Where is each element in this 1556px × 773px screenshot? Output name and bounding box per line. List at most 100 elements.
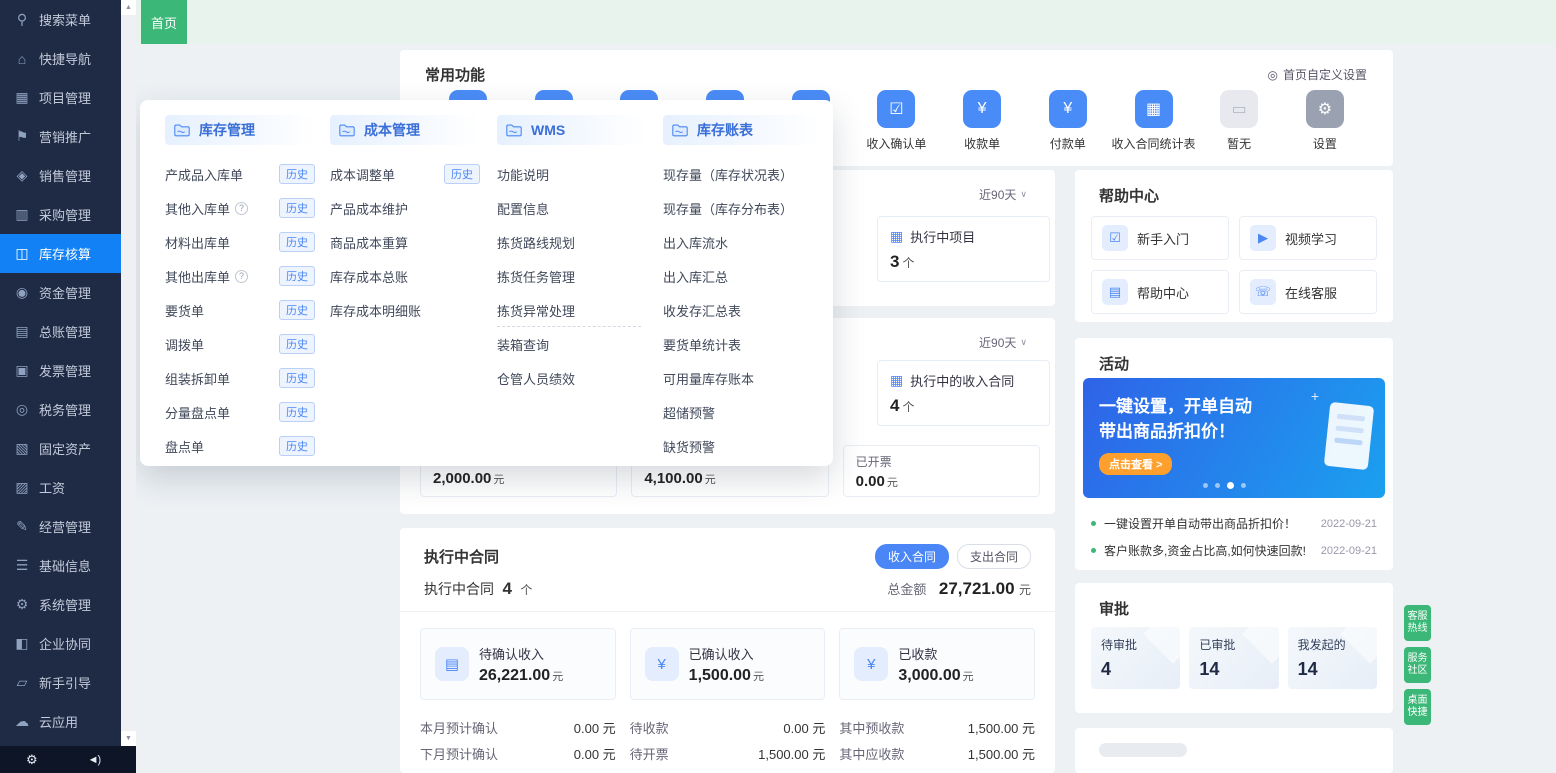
menu-item-label[interactable]: 材料出库单 [165,233,230,252]
approval-stat-card[interactable]: 待审批 4 [1091,627,1180,689]
sidebar-item[interactable]: ◫ 库存核算 [0,234,121,273]
tab-home[interactable]: 首页 [141,0,187,44]
menu-item[interactable]: 缺货预警? 历史 [663,429,821,463]
contracts-stat-card[interactable]: ¥ 已确认收入 1,500.00元 [630,628,826,700]
menu-item[interactable]: 超储预警? 历史 [663,395,821,429]
quick-function-item[interactable]: ¥ 付款单 [1026,90,1110,152]
menu-item-label[interactable]: 拣货异常处理 [497,301,575,320]
sidebar-item[interactable]: ⚙ 系统管理 [0,585,121,624]
menu-item-label[interactable]: 功能说明 [497,165,549,184]
menu-item-label[interactable]: 商品成本重算 [330,233,408,252]
approval-stat-card[interactable]: 已审批 14 [1189,627,1278,689]
history-tag[interactable]: 历史 [279,368,315,388]
menu-item-label[interactable]: 组装拆卸单 [165,369,230,388]
menu-item-label[interactable]: 盘点单 [165,437,204,456]
menu-item-label[interactable]: 库存成本总账 [330,267,408,286]
promo-banner[interactable]: 一键设置，开单自动 带出商品折扣价！ 点击查看 > [1083,378,1385,498]
menu-item[interactable]: 分量盘点单? 历史 [165,395,315,429]
quick-function-icon[interactable]: ¥ [1049,90,1087,128]
history-tag[interactable]: 历史 [279,164,315,184]
help-question-icon[interactable]: ? [235,202,248,215]
menu-item[interactable]: 配置信息? 历史 [497,191,647,225]
menu-item[interactable]: 要货单统计表? 历史 [663,327,821,361]
menu-item-label[interactable]: 超储预警 [663,403,715,422]
menu-item[interactable]: 成本调整单? 历史 [330,157,480,191]
sidebar-item[interactable]: ◧ 企业协同 [0,624,121,663]
menu-item-label[interactable]: 分量盘点单 [165,403,230,422]
carousel-dot[interactable] [1203,483,1208,488]
floating-button[interactable]: 桌面快捷 [1404,689,1431,725]
menu-item-label[interactable]: 收发存汇总表 [663,301,741,320]
history-tag[interactable]: 历史 [279,300,315,320]
history-tag[interactable]: 历史 [279,334,315,354]
scroll-up-icon[interactable]: ▲ [121,0,136,15]
sidebar-item[interactable]: ▨ 工资 [0,468,121,507]
sidebar-item[interactable]: ⌂ 快捷导航 [0,39,121,78]
menu-item-label[interactable]: 拣货任务管理 [497,267,575,286]
sidebar-item[interactable]: ☁ 云应用 [0,702,121,741]
invoice-mini-card[interactable]: 已开票 0.00元 [843,445,1040,497]
floating-button[interactable]: 客服热线 [1404,605,1431,641]
sidebar-item[interactable]: ◎ 税务管理 [0,390,121,429]
menu-item-label[interactable]: 库存成本明细账 [330,301,421,320]
menu-item-label[interactable]: 产成品入库单 [165,165,243,184]
history-tag[interactable]: 历史 [279,198,315,218]
menu-item-label[interactable]: 成本调整单 [330,165,395,184]
projects-range-dropdown[interactable]: 近90天 ∨ [979,186,1027,203]
menu-item[interactable]: 出入库汇总? 历史 [663,259,821,293]
quick-function-icon[interactable]: ▭ [1220,90,1258,128]
help-question-icon[interactable]: ? [235,270,248,283]
help-center-item[interactable]: ☏ 在线客服 [1239,270,1377,314]
menu-item-label[interactable]: 其他出库单 [165,267,230,286]
menu-item[interactable]: 库存成本总账? 历史 [330,259,480,293]
sidebar-item[interactable]: ▣ 发票管理 [0,351,121,390]
menu-item[interactable]: 现存量（库存分布表）? 历史 [663,191,821,225]
carousel-dot[interactable] [1241,483,1246,488]
quick-function-item[interactable]: ⚙ 设置 [1283,90,1367,152]
sidebar-item[interactable]: ⚲ 搜索菜单 [0,0,121,39]
sidebar-scrollbar[interactable]: ▲ ▼ [121,0,136,746]
activity-news-item[interactable]: 客户账款多,资金占比高,如何快速回款! 2022-09-21 [1091,537,1377,564]
menu-item[interactable]: 拣货异常处理? 历史 [497,293,647,327]
volume-icon[interactable]: ◄) [88,754,101,766]
menu-item[interactable]: 产成品入库单? 历史 [165,157,315,191]
history-tag[interactable]: 历史 [279,232,315,252]
menu-item[interactable]: 仓管人员绩效? 历史 [497,361,647,395]
menu-item[interactable]: 其他入库单? 历史 [165,191,315,225]
sidebar-item[interactable]: ✎ 经营管理 [0,507,121,546]
help-center-item[interactable]: ▤ 帮助中心 [1091,270,1229,314]
menu-item-label[interactable]: 拣货路线规划 [497,233,575,252]
menu-item[interactable]: 可用量库存账本? 历史 [663,361,821,395]
menu-item-label[interactable]: 产品成本维护 [330,199,408,218]
quick-function-icon[interactable]: ▦ [1135,90,1173,128]
quick-function-item[interactable]: ☑ 收入确认单 [854,90,938,152]
home-customize-settings-link[interactable]: ◎ 首页自定义设置 [1268,66,1368,83]
menu-item-label[interactable]: 出入库流水 [663,233,728,252]
scroll-down-icon[interactable]: ▼ [121,731,136,746]
menu-item[interactable]: 出入库流水? 历史 [663,225,821,259]
quick-function-icon[interactable]: ⚙ [1306,90,1344,128]
contract-type-pill[interactable]: 收入合同 [875,544,949,569]
quick-function-item[interactable]: ▦ 收入合同统计表 [1112,90,1196,152]
contract-type-pill[interactable]: 支出合同 [957,544,1031,569]
running-income-contracts-stat-card[interactable]: ▦ 执行中的收入合同 4个 [877,360,1050,426]
menu-item-label[interactable]: 调拨单 [165,335,204,354]
sidebar-item[interactable]: ▥ 采购管理 [0,195,121,234]
carousel-dot-active[interactable] [1227,482,1234,489]
activity-news-item[interactable]: 一键设置开单自动带出商品折扣价！ 2022-09-21 [1091,510,1377,537]
menu-item-label[interactable]: 可用量库存账本 [663,369,754,388]
help-center-item[interactable]: ▶ 视频学习 [1239,216,1377,260]
menu-item[interactable]: 产品成本维护? 历史 [330,191,480,225]
menu-item-label[interactable]: 配置信息 [497,199,549,218]
menu-item[interactable]: 组装拆卸单? 历史 [165,361,315,395]
sidebar-item[interactable]: ◈ 销售管理 [0,156,121,195]
menu-item[interactable]: 盘点单? 历史 [165,429,315,463]
settings-gear-icon[interactable]: ⚙ [26,752,38,768]
menu-item-label[interactable]: 现存量（库存状况表） [663,165,793,184]
menu-item-label[interactable]: 装箱查询 [497,335,549,354]
menu-item[interactable]: 收发存汇总表? 历史 [663,293,821,327]
contracts-stat-card[interactable]: ¥ 已收款 3,000.00元 [839,628,1035,700]
history-tag[interactable]: 历史 [444,164,480,184]
quick-function-icon[interactable]: ☑ [877,90,915,128]
quick-function-item[interactable]: ¥ 收款单 [940,90,1024,152]
